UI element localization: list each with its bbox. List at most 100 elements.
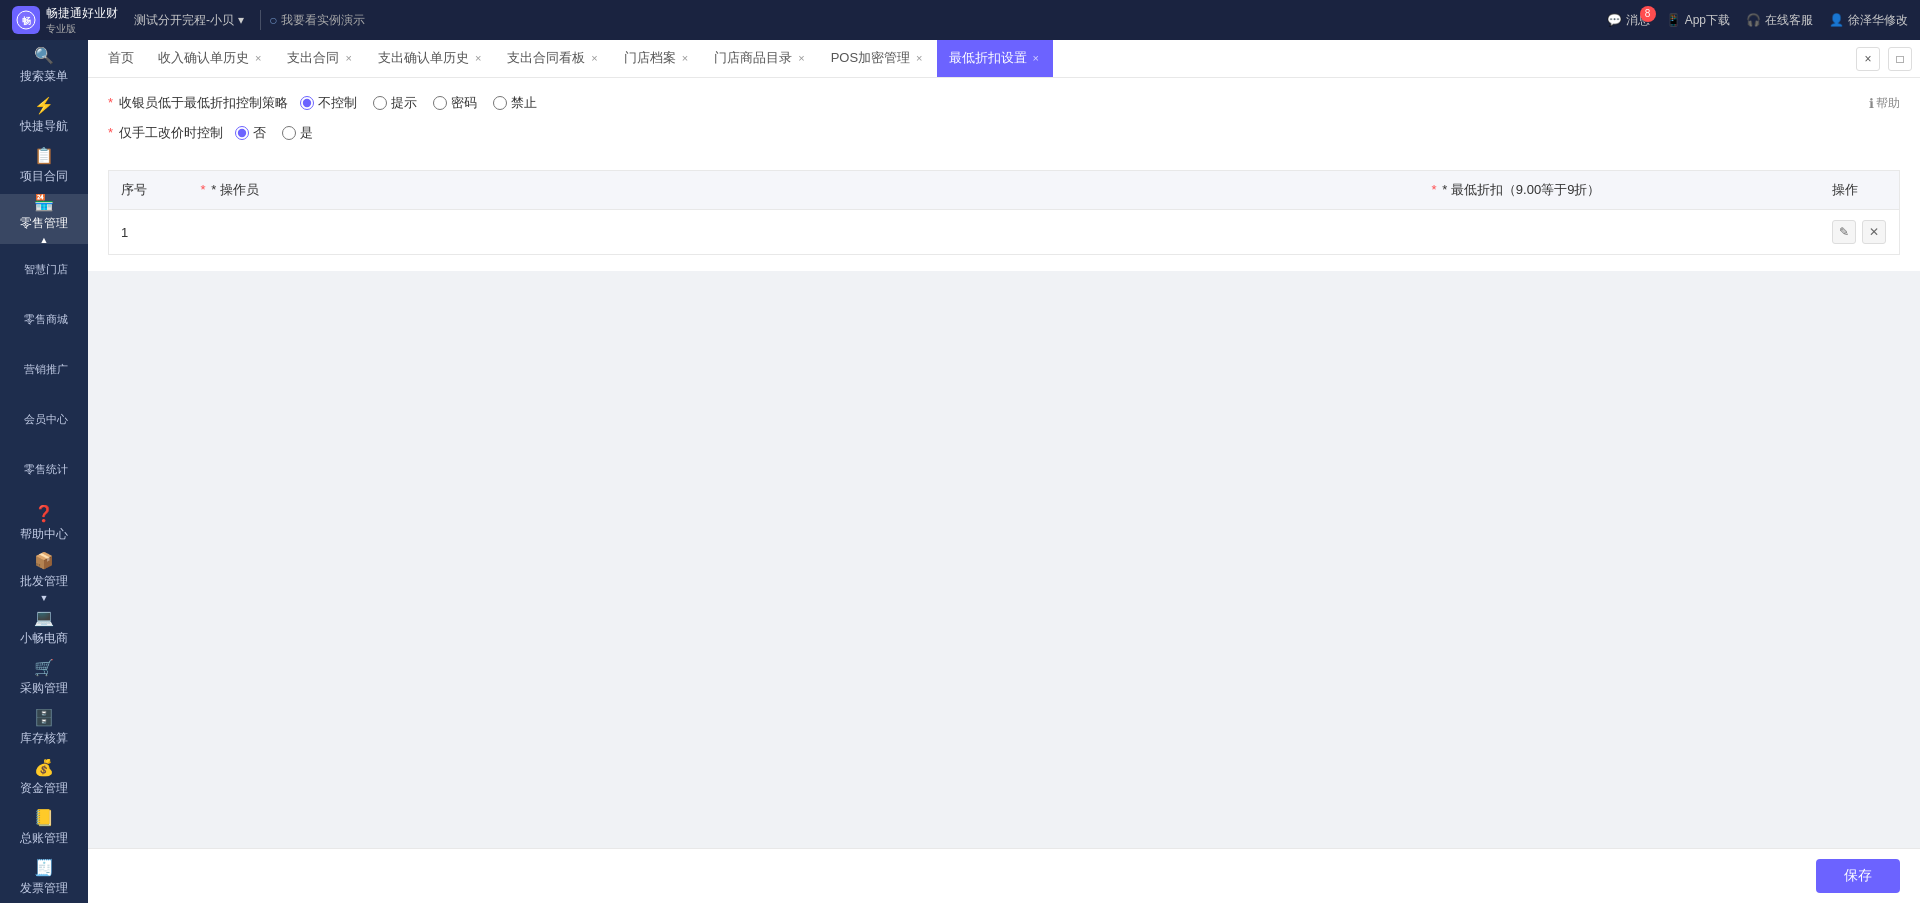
field1-option-remind-label: 提示 xyxy=(391,94,417,112)
sidebar-item-ledger[interactable]: 📒 总账管理 xyxy=(0,802,88,852)
topbar-right: 💬 消息 8 📱 App下载 🎧 在线客服 👤 徐泽华修改 xyxy=(1607,12,1908,29)
help-circle-icon: ℹ xyxy=(1869,96,1874,111)
tab-store-products[interactable]: 门店商品目录 × xyxy=(702,40,818,78)
row-seq: 1 xyxy=(109,210,189,255)
tab-payment-confirm-history[interactable]: 支出确认单历史 × xyxy=(366,40,495,78)
field1-option-password[interactable]: 密码 xyxy=(433,94,477,112)
topbar: 畅 畅捷通好业财 专业版 测试分开完程-小贝 ▾ ○ 我要看实例演示 💬 消息 … xyxy=(0,0,1920,40)
tab-income-history[interactable]: 收入确认单历史 × xyxy=(146,40,275,78)
tab-min-discount-close[interactable]: × xyxy=(1031,51,1041,65)
ledger-icon: 📒 xyxy=(34,808,54,827)
app-label: App下载 xyxy=(1685,12,1730,29)
demo-link[interactable]: ○ 我要看实例演示 xyxy=(269,12,365,29)
help-text: 帮助 xyxy=(1876,95,1900,112)
required-mark-1: * xyxy=(108,95,113,110)
sidebar-item-label-help: 帮助中心 xyxy=(20,526,68,543)
search-icon: 🔍 xyxy=(34,46,54,65)
message-icon: 💬 xyxy=(1607,13,1622,27)
tab-payment-confirm-history-close[interactable]: × xyxy=(473,51,483,65)
sidebar-item-search[interactable]: 🔍 搜索菜单 xyxy=(0,40,88,90)
save-button[interactable]: 保存 xyxy=(1816,859,1900,893)
sidebar-item-marketing[interactable]: 营销推广 xyxy=(0,344,88,394)
col-header-seq: 序号 xyxy=(109,171,189,210)
field1-option-no-control-label: 不控制 xyxy=(318,94,357,112)
sidebar-item-project[interactable]: 📋 项目合同 xyxy=(0,140,88,190)
sidebar-item-label-ledger: 总账管理 xyxy=(20,830,68,847)
field1-option-forbid[interactable]: 禁止 xyxy=(493,94,537,112)
field2-label: * 仅手工改价时控制 xyxy=(108,124,223,142)
edit-row-button[interactable]: ✎ xyxy=(1832,220,1856,244)
invoice-icon: 🧾 xyxy=(34,858,54,877)
sidebar-item-purchase[interactable]: 🛒 采购管理 xyxy=(0,652,88,702)
sidebar-item-stats[interactable]: 零售统计 xyxy=(0,444,88,494)
project-selector[interactable]: 测试分开完程-小贝 ▾ xyxy=(126,8,252,33)
field2-option-yes[interactable]: 是 xyxy=(282,124,313,142)
delete-row-button[interactable]: ✕ xyxy=(1862,220,1886,244)
field2-option-yes-label: 是 xyxy=(300,124,313,142)
tab-payment-board-close[interactable]: × xyxy=(589,51,599,65)
app-download-item[interactable]: 📱 App下载 xyxy=(1666,12,1730,29)
sidebar-item-label-inventory: 库存核算 xyxy=(20,730,68,747)
sidebar-item-label-finance: 资金管理 xyxy=(20,780,68,797)
table-row: 1 ✎ ✕ xyxy=(109,210,1900,255)
sidebar-item-inventory[interactable]: 🗄️ 库存核算 xyxy=(0,702,88,752)
sidebar-item-batch[interactable]: 📦 批发管理 ▼ xyxy=(0,552,88,602)
purchase-icon: 🛒 xyxy=(34,658,54,677)
sidebar-item-ecommerce[interactable]: 💻 小畅电商 xyxy=(0,602,88,652)
tab-restore-btn[interactable]: □ xyxy=(1888,47,1912,71)
batch-icon: 📦 xyxy=(34,551,54,570)
sidebar-item-help[interactable]: ❓ 帮助中心 xyxy=(0,498,88,548)
sidebar-item-label-batch: 批发管理 xyxy=(20,573,68,590)
project-icon: 📋 xyxy=(34,146,54,165)
sidebar-item-label-member: 会员中心 xyxy=(24,412,68,427)
tab-store-file-close[interactable]: × xyxy=(680,51,690,65)
tab-payment-contract-label: 支出合同 xyxy=(287,49,339,67)
sidebar-item-online-store[interactable]: 零售商城 xyxy=(0,294,88,344)
field1-option-no-control[interactable]: 不控制 xyxy=(300,94,357,112)
logo-area: 畅 畅捷通好业财 专业版 xyxy=(12,5,118,36)
sidebar-item-label-ecommerce: 小畅电商 xyxy=(20,630,68,647)
sidebar-item-smart-store[interactable]: 智慧门店 xyxy=(0,244,88,294)
tab-income-history-close[interactable]: × xyxy=(253,51,263,65)
tab-home[interactable]: 首页 xyxy=(96,40,146,78)
topbar-left: 畅 畅捷通好业财 专业版 测试分开完程-小贝 ▾ ○ 我要看实例演示 xyxy=(12,5,365,36)
sidebar-item-label-purchase: 采购管理 xyxy=(20,680,68,697)
sidebar-item-label-smart-store: 智慧门店 xyxy=(24,262,68,277)
sidebar-item-label-search: 搜索菜单 xyxy=(20,68,68,85)
tab-payment-contract-close[interactable]: × xyxy=(343,51,353,65)
sidebar-item-finance[interactable]: 💰 资金管理 xyxy=(0,752,88,802)
tab-store-file[interactable]: 门店档案 × xyxy=(612,40,702,78)
data-table: 序号 * * 操作员 * * 最低折扣（9.00等于9折） 操作 xyxy=(108,170,1900,255)
user-avatar-icon: 👤 xyxy=(1829,13,1844,27)
field1-option-forbid-label: 禁止 xyxy=(511,94,537,112)
user-item[interactable]: 👤 徐泽华修改 xyxy=(1829,12,1908,29)
field1-option-remind[interactable]: 提示 xyxy=(373,94,417,112)
logo-text: 畅捷通好业财 专业版 xyxy=(46,5,118,36)
action-buttons: ✎ ✕ xyxy=(1832,220,1888,244)
message-item[interactable]: 💬 消息 8 xyxy=(1607,12,1650,29)
tab-bar-actions: × □ xyxy=(1856,47,1912,71)
edit-icon: ✎ xyxy=(1839,225,1849,239)
dropdown-icon: ▾ xyxy=(238,13,244,27)
row-operator xyxy=(189,210,1420,255)
tab-payment-contract[interactable]: 支出合同 × xyxy=(275,40,365,78)
tab-store-products-close[interactable]: × xyxy=(796,51,806,65)
tab-payment-board[interactable]: 支出合同看板 × xyxy=(495,40,611,78)
tab-close-btn[interactable]: × xyxy=(1856,47,1880,71)
sidebar-item-shortcut[interactable]: ⚡ 快捷导航 xyxy=(0,90,88,140)
tab-pos-password-close[interactable]: × xyxy=(914,51,924,65)
form-row-2: * 仅手工改价时控制 否 是 xyxy=(108,124,1900,142)
tab-pos-password[interactable]: POS加密管理 × xyxy=(819,40,937,78)
app-icon: 📱 xyxy=(1666,13,1681,27)
tab-min-discount[interactable]: 最低折扣设置 × xyxy=(937,40,1053,78)
sidebar-item-retail[interactable]: 🏪 零售管理 ▲ xyxy=(0,194,88,244)
help-icon: ❓ xyxy=(34,504,54,523)
table-section: 序号 * * 操作员 * * 最低折扣（9.00等于9折） 操作 xyxy=(88,170,1920,271)
field2-option-no[interactable]: 否 xyxy=(235,124,266,142)
help-link[interactable]: ℹ 帮助 xyxy=(1869,95,1900,112)
service-item[interactable]: 🎧 在线客服 xyxy=(1746,12,1813,29)
tab-bar: 首页 收入确认单历史 × 支出合同 × 支出确认单历史 × 支出合同看板 × 门… xyxy=(88,40,1920,78)
sidebar-item-invoice[interactable]: 🧾 发票管理 xyxy=(0,852,88,902)
table-header: 序号 * * 操作员 * * 最低折扣（9.00等于9折） 操作 xyxy=(109,171,1900,210)
sidebar-item-member[interactable]: 会员中心 xyxy=(0,394,88,444)
